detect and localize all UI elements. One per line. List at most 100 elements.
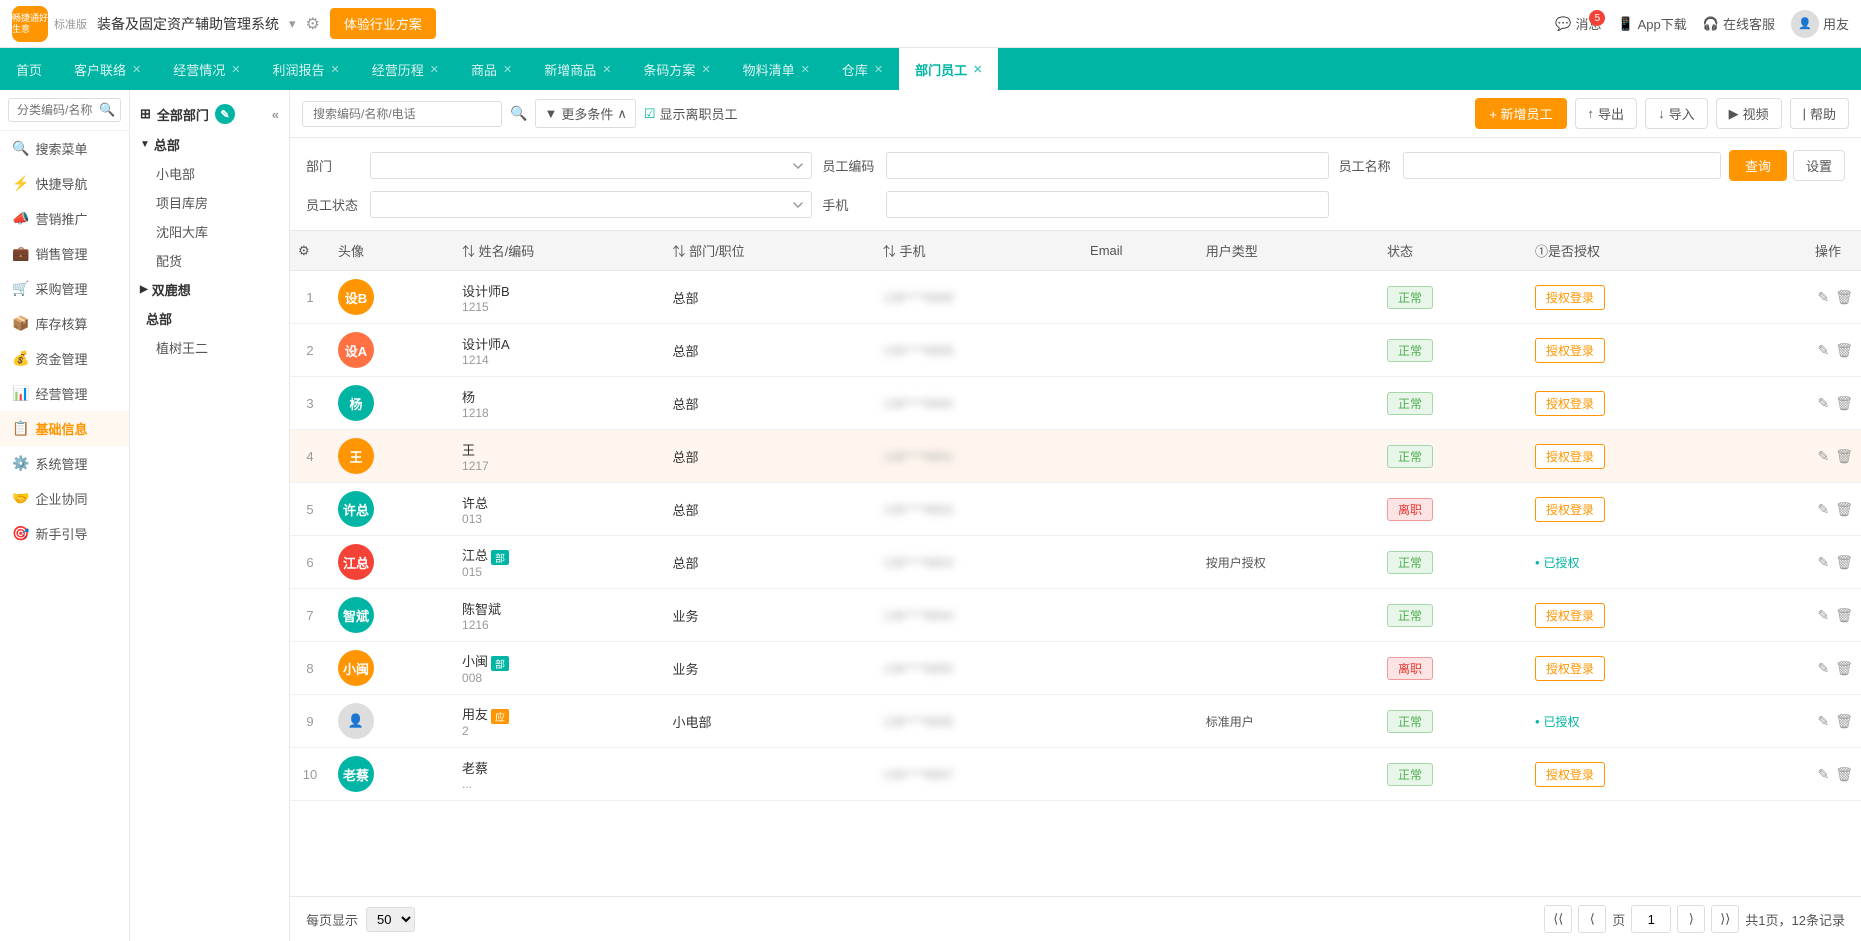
edit-button[interactable]: ✎ [1817, 660, 1829, 677]
next-page-button[interactable]: ⟩ [1677, 905, 1705, 933]
auth-login-button[interactable]: 授权登录 [1535, 656, 1605, 681]
dept-tree-item-shenyang[interactable]: 沈阳大库 [130, 217, 289, 246]
show-resigned-toggle[interactable]: ☑ 显示离职员工 [644, 104, 738, 123]
auth-login-button[interactable]: 授权登录 [1535, 338, 1605, 363]
close-icon[interactable]: ✕ [973, 63, 982, 76]
delete-button[interactable]: 🗑 [1835, 342, 1853, 359]
nav-item-customer[interactable]: 客户联络 ✕ [58, 48, 157, 90]
delete-button[interactable]: 🗑 [1835, 607, 1853, 624]
delete-button[interactable]: 🗑 [1835, 713, 1853, 730]
settings-icon[interactable]: ⚙ [306, 14, 320, 34]
col-settings[interactable]: ⚙ [290, 231, 330, 271]
search-input[interactable] [302, 101, 502, 127]
nav-item-business[interactable]: 经营情况 ✕ [157, 48, 256, 90]
sidebar-search-icon[interactable]: 🔍 [99, 102, 115, 118]
first-page-button[interactable]: ⟨⟨ [1544, 905, 1572, 933]
dept-tree-group-zongbu[interactable]: 总部 [130, 304, 289, 333]
per-page-select[interactable]: 50 [366, 907, 415, 932]
online-service-btn[interactable]: 🎧 在线客服 [1703, 14, 1775, 33]
dept-collapse-button[interactable]: « [272, 107, 279, 122]
sidebar-item-guide[interactable]: 🎯 新手引导 [0, 516, 129, 551]
nav-item-home[interactable]: 首页 [0, 48, 58, 90]
close-icon[interactable]: ✕ [231, 63, 240, 76]
dept-tree-item-xiaodian[interactable]: 小电部 [130, 159, 289, 188]
edit-button[interactable]: ✎ [1817, 501, 1829, 518]
add-employee-button[interactable]: + 新增员工 [1475, 98, 1566, 129]
dept-edit-button[interactable]: ✎ [215, 104, 235, 124]
title-dropdown-icon[interactable]: ▾ [289, 16, 296, 32]
dept-tree-item-project[interactable]: 项目库房 [130, 188, 289, 217]
close-icon[interactable]: ✕ [503, 63, 512, 76]
more-conditions-button[interactable]: ▼ 更多条件 ∧ [535, 99, 635, 128]
nav-item-barcode[interactable]: 条码方案 ✕ [627, 48, 726, 90]
user-area[interactable]: 👤 用友 [1791, 10, 1849, 38]
sidebar-item-nav[interactable]: ⚡ 快捷导航 [0, 166, 129, 201]
status-select[interactable] [370, 191, 812, 218]
sidebar-item-basic-info[interactable]: 📋 基础信息 [0, 411, 129, 446]
delete-button[interactable]: 🗑 [1835, 448, 1853, 465]
app-download-btn[interactable]: 📱 App下载 [1617, 14, 1686, 33]
auth-login-button[interactable]: 授权登录 [1535, 444, 1605, 469]
sidebar-item-search[interactable]: 🔍 搜索菜单 [0, 131, 129, 166]
sidebar-item-system[interactable]: ⚙️ 系统管理 [0, 446, 129, 481]
export-button[interactable]: ↑ 导出 [1575, 98, 1638, 129]
sidebar-item-inventory[interactable]: 📦 库存核算 [0, 306, 129, 341]
help-button[interactable]: | 帮助 [1790, 98, 1849, 129]
delete-button[interactable]: 🗑 [1835, 395, 1853, 412]
nav-item-goods[interactable]: 商品 ✕ [455, 48, 528, 90]
auth-login-button[interactable]: 授权登录 [1535, 391, 1605, 416]
sidebar-item-collab[interactable]: 🤝 企业协同 [0, 481, 129, 516]
message-btn[interactable]: 💬 消息 5 [1555, 14, 1601, 33]
sidebar-item-finance[interactable]: 💰 资金管理 [0, 341, 129, 376]
edit-button[interactable]: ✎ [1817, 766, 1829, 783]
settings-button[interactable]: 设置 [1793, 150, 1845, 181]
close-icon[interactable]: ✕ [602, 63, 611, 76]
close-icon[interactable]: ✕ [801, 63, 810, 76]
nav-item-profit[interactable]: 利润报告 ✕ [256, 48, 355, 90]
sidebar-item-purchase[interactable]: 🛒 采购管理 [0, 271, 129, 306]
view-button[interactable]: ▶ 视频 [1716, 98, 1782, 129]
edit-button[interactable]: ✎ [1817, 395, 1829, 412]
auth-login-button[interactable]: 授权登录 [1535, 762, 1605, 787]
auth-login-button[interactable]: 授权登录 [1535, 603, 1605, 628]
dept-tree-group-shuanglu[interactable]: ▶ 双鹿想 [130, 275, 289, 304]
dept-tree-group-head[interactable]: ▼ 总部 [130, 130, 289, 159]
sidebar-item-sales[interactable]: 💼 销售管理 [0, 236, 129, 271]
dept-tree-item-zhishu[interactable]: 植树王二 [130, 333, 289, 362]
delete-button[interactable]: 🗑 [1835, 289, 1853, 306]
delete-button[interactable]: 🗑 [1835, 501, 1853, 518]
auth-login-button[interactable]: 授权登录 [1535, 497, 1605, 522]
col-name[interactable]: ⇅ 姓名/编码 [454, 231, 664, 271]
nav-item-employee[interactable]: 部门员工 ✕ [899, 48, 998, 90]
trial-button[interactable]: 体验行业方案 [330, 8, 436, 39]
prev-page-button[interactable]: ⟨ [1578, 905, 1606, 933]
emp-name-input[interactable] [1403, 152, 1721, 179]
edit-button[interactable]: ✎ [1817, 448, 1829, 465]
edit-button[interactable]: ✎ [1817, 554, 1829, 571]
close-icon[interactable]: ✕ [701, 63, 710, 76]
edit-button[interactable]: ✎ [1817, 342, 1829, 359]
query-button[interactable]: 查询 [1729, 150, 1787, 181]
edit-button[interactable]: ✎ [1817, 713, 1829, 730]
close-icon[interactable]: ✕ [331, 63, 340, 76]
col-dept[interactable]: ⇅ 部门/职位 [664, 231, 874, 271]
page-number-input[interactable] [1631, 905, 1671, 933]
close-icon[interactable]: ✕ [430, 63, 439, 76]
dept-select[interactable] [370, 152, 812, 179]
delete-button[interactable]: 🗑 [1835, 660, 1853, 677]
last-page-button[interactable]: ⟩⟩ [1711, 905, 1739, 933]
nav-item-warehouse[interactable]: 仓库 ✕ [826, 48, 899, 90]
delete-button[interactable]: 🗑 [1835, 554, 1853, 571]
edit-button[interactable]: ✎ [1817, 607, 1829, 624]
phone-input[interactable] [886, 191, 1328, 218]
delete-button[interactable]: 🗑 [1835, 766, 1853, 783]
emp-code-input[interactable] [886, 152, 1328, 179]
edit-button[interactable]: ✎ [1817, 289, 1829, 306]
nav-item-history[interactable]: 经营历程 ✕ [356, 48, 455, 90]
sidebar-item-operations[interactable]: 📊 经营管理 [0, 376, 129, 411]
close-icon[interactable]: ✕ [132, 63, 141, 76]
sidebar-item-marketing[interactable]: 📣 营销推广 [0, 201, 129, 236]
col-phone[interactable]: ⇅ 手机 [875, 231, 1082, 271]
nav-item-bom[interactable]: 物料清单 ✕ [727, 48, 826, 90]
search-icon-btn[interactable]: 🔍 [510, 105, 527, 122]
